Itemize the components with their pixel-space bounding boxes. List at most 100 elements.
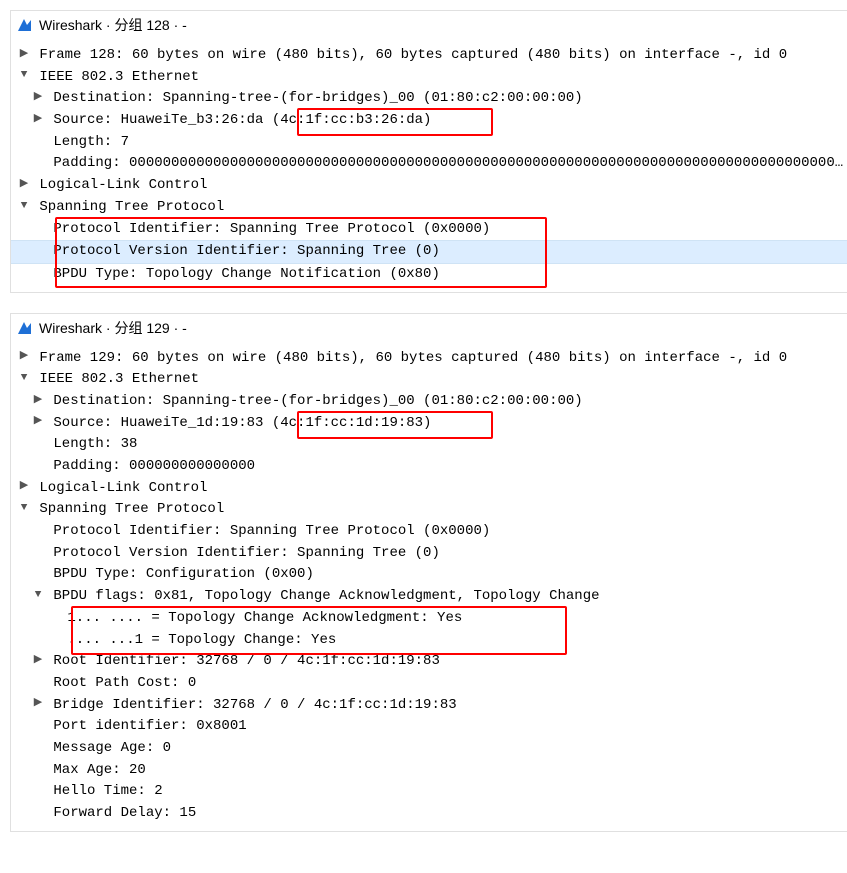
tree-row[interactable]: ▶ Bridge Identifier: 32768 / 0 / 4c:1f:c…	[11, 695, 847, 717]
tree-row-text: BPDU flags: 0x81, Topology Change Acknow…	[45, 588, 600, 604]
tree-row[interactable]: Port identifier: 0x8001	[11, 716, 847, 738]
wireshark-packet-window: Wireshark · 分组 129 · -▶ Frame 129: 60 by…	[10, 313, 847, 832]
tree-row[interactable]: ▼ Spanning Tree Protocol	[11, 197, 847, 219]
tree-row-text: Forward Delay: 15	[45, 805, 196, 821]
tree-row[interactable]: Padding: 000000000000000	[11, 456, 847, 478]
tree-row-text: Port identifier: 0x8001	[45, 718, 247, 734]
toggle-spacer	[31, 674, 45, 691]
collapse-toggle-icon[interactable]: ▼	[31, 587, 45, 604]
window-title: Wireshark · 分组 128 · -	[39, 15, 187, 35]
tree-row[interactable]: 1... .... = Topology Change Acknowledgme…	[11, 608, 847, 630]
tree-row[interactable]: Protocol Version Identifier: Spanning Tr…	[11, 543, 847, 565]
toggle-spacer	[31, 435, 45, 452]
expand-toggle-icon[interactable]: ▶	[17, 478, 31, 495]
tree-row[interactable]: Protocol Version Identifier: Spanning Tr…	[11, 240, 847, 264]
tree-row[interactable]: Length: 38	[11, 434, 847, 456]
expand-toggle-icon[interactable]: ▶	[31, 111, 45, 128]
expand-toggle-icon[interactable]: ▶	[31, 392, 45, 409]
toggle-spacer	[45, 630, 59, 647]
collapse-toggle-icon[interactable]: ▼	[17, 67, 31, 84]
tree-row[interactable]: Message Age: 0	[11, 738, 847, 760]
toggle-spacer	[31, 522, 45, 539]
toggle-spacer	[31, 457, 45, 474]
tree-row[interactable]: ▼ BPDU flags: 0x81, Topology Change Ackn…	[11, 586, 847, 608]
toggle-spacer	[31, 265, 45, 282]
tree-row[interactable]: ▶ Destination: Spanning-tree-(for-bridge…	[11, 88, 847, 110]
tree-row[interactable]: ▼ IEEE 802.3 Ethernet	[11, 67, 847, 89]
toggle-spacer	[31, 760, 45, 777]
expand-toggle-icon[interactable]: ▶	[17, 348, 31, 365]
tree-row-text: IEEE 802.3 Ethernet	[31, 371, 199, 387]
tree-row-text: Root Path Cost: 0	[45, 675, 196, 691]
toggle-spacer	[31, 717, 45, 734]
tree-row[interactable]: ▶ Frame 129: 60 bytes on wire (480 bits)…	[11, 348, 847, 370]
expand-toggle-icon[interactable]: ▶	[17, 46, 31, 63]
tree-row[interactable]: Protocol Identifier: Spanning Tree Proto…	[11, 219, 847, 241]
tree-row-text: IEEE 802.3 Ethernet	[31, 69, 199, 85]
tree-row[interactable]: Padding: 0000000000000000000000000000000…	[11, 153, 847, 175]
titlebar: Wireshark · 分组 128 · -	[11, 11, 847, 39]
collapse-toggle-icon[interactable]: ▼	[17, 198, 31, 215]
toggle-spacer	[31, 544, 45, 561]
expand-toggle-icon[interactable]: ▶	[31, 413, 45, 430]
tree-row[interactable]: ▶ Logical-Link Control	[11, 478, 847, 500]
toggle-spacer	[45, 609, 59, 626]
collapse-toggle-icon[interactable]: ▼	[17, 370, 31, 387]
tree-row[interactable]: BPDU Type: Configuration (0x00)	[11, 564, 847, 586]
expand-toggle-icon[interactable]: ▶	[31, 89, 45, 106]
toggle-spacer	[31, 219, 45, 236]
tree-row[interactable]: ▶ Logical-Link Control	[11, 175, 847, 197]
toggle-spacer	[31, 565, 45, 582]
tree-row-text: Padding: 0000000000000000000000000000000…	[45, 155, 843, 171]
tree-row-text: BPDU Type: Configuration (0x00)	[45, 566, 314, 582]
packet-details-tree[interactable]: ▶ Frame 129: 60 bytes on wire (480 bits)…	[11, 342, 847, 831]
toggle-spacer	[31, 133, 45, 150]
tree-row[interactable]: .... ...1 = Topology Change: Yes	[11, 630, 847, 652]
tree-row[interactable]: ▶ Frame 128: 60 bytes on wire (480 bits)…	[11, 45, 847, 67]
tree-row-text: Spanning Tree Protocol	[31, 199, 224, 215]
tree-row-text: Logical-Link Control	[31, 177, 207, 193]
tree-row-text: Source: HuaweiTe_b3:26:da (4c:1f:cc:b3:2…	[45, 112, 431, 128]
tree-row-text: Padding: 000000000000000	[45, 458, 255, 474]
tree-row[interactable]: Protocol Identifier: Spanning Tree Proto…	[11, 521, 847, 543]
tree-row-text: Protocol Identifier: Spanning Tree Proto…	[45, 523, 490, 539]
toggle-spacer	[31, 804, 45, 821]
tree-row[interactable]: ▼ IEEE 802.3 Ethernet	[11, 369, 847, 391]
shark-fin-icon	[17, 320, 33, 336]
tree-row[interactable]: ▶ Root Identifier: 32768 / 0 / 4c:1f:cc:…	[11, 651, 847, 673]
tree-row-text: Root Identifier: 32768 / 0 / 4c:1f:cc:1d…	[45, 653, 440, 669]
tree-row-text: Bridge Identifier: 32768 / 0 / 4c:1f:cc:…	[45, 697, 457, 713]
tree-row-text: Destination: Spanning-tree-(for-bridges)…	[45, 90, 583, 106]
tree-row-text: .... ...1 = Topology Change: Yes	[59, 632, 336, 648]
wireshark-packet-window: Wireshark · 分组 128 · - ▶ Frame 128: 60 by…	[10, 10, 847, 293]
tree-row[interactable]: Hello Time: 2	[11, 781, 847, 803]
tree-row-text: Hello Time: 2	[45, 783, 163, 799]
tree-row-text: Spanning Tree Protocol	[31, 501, 224, 517]
tree-row[interactable]: Forward Delay: 15	[11, 803, 847, 825]
tree-row[interactable]: Root Path Cost: 0	[11, 673, 847, 695]
toggle-spacer	[31, 782, 45, 799]
collapse-toggle-icon[interactable]: ▼	[17, 500, 31, 517]
tree-row-text: Protocol Version Identifier: Spanning Tr…	[45, 545, 440, 561]
tree-row-text: Max Age: 20	[45, 762, 146, 778]
tree-row[interactable]: Length: 7	[11, 132, 847, 154]
tree-row[interactable]: ▶ Source: HuaweiTe_b3:26:da (4c:1f:cc:b3…	[11, 110, 847, 132]
shark-fin-icon	[17, 17, 33, 33]
tree-row[interactable]: ▼ Spanning Tree Protocol	[11, 499, 847, 521]
expand-toggle-icon[interactable]: ▶	[31, 695, 45, 712]
toggle-spacer	[31, 242, 45, 259]
tree-row-text: Message Age: 0	[45, 740, 171, 756]
tree-row-text: Destination: Spanning-tree-(for-bridges)…	[45, 393, 583, 409]
toggle-spacer	[31, 739, 45, 756]
tree-row-text: Frame 128: 60 bytes on wire (480 bits), …	[31, 47, 787, 63]
tree-row[interactable]: Max Age: 20	[11, 760, 847, 782]
tree-row-text: Length: 38	[45, 436, 137, 452]
tree-row[interactable]: ▶ Source: HuaweiTe_1d:19:83 (4c:1f:cc:1d…	[11, 413, 847, 435]
tree-row-text: Protocol Version Identifier: Spanning Tr…	[45, 243, 440, 259]
packet-details-tree[interactable]: ▶ Frame 128: 60 bytes on wire (480 bits)…	[11, 39, 847, 292]
tree-row[interactable]: ▶ Destination: Spanning-tree-(for-bridge…	[11, 391, 847, 413]
tree-row-text: Source: HuaweiTe_1d:19:83 (4c:1f:cc:1d:1…	[45, 415, 431, 431]
tree-row[interactable]: BPDU Type: Topology Change Notification …	[11, 264, 847, 286]
expand-toggle-icon[interactable]: ▶	[17, 176, 31, 193]
expand-toggle-icon[interactable]: ▶	[31, 652, 45, 669]
